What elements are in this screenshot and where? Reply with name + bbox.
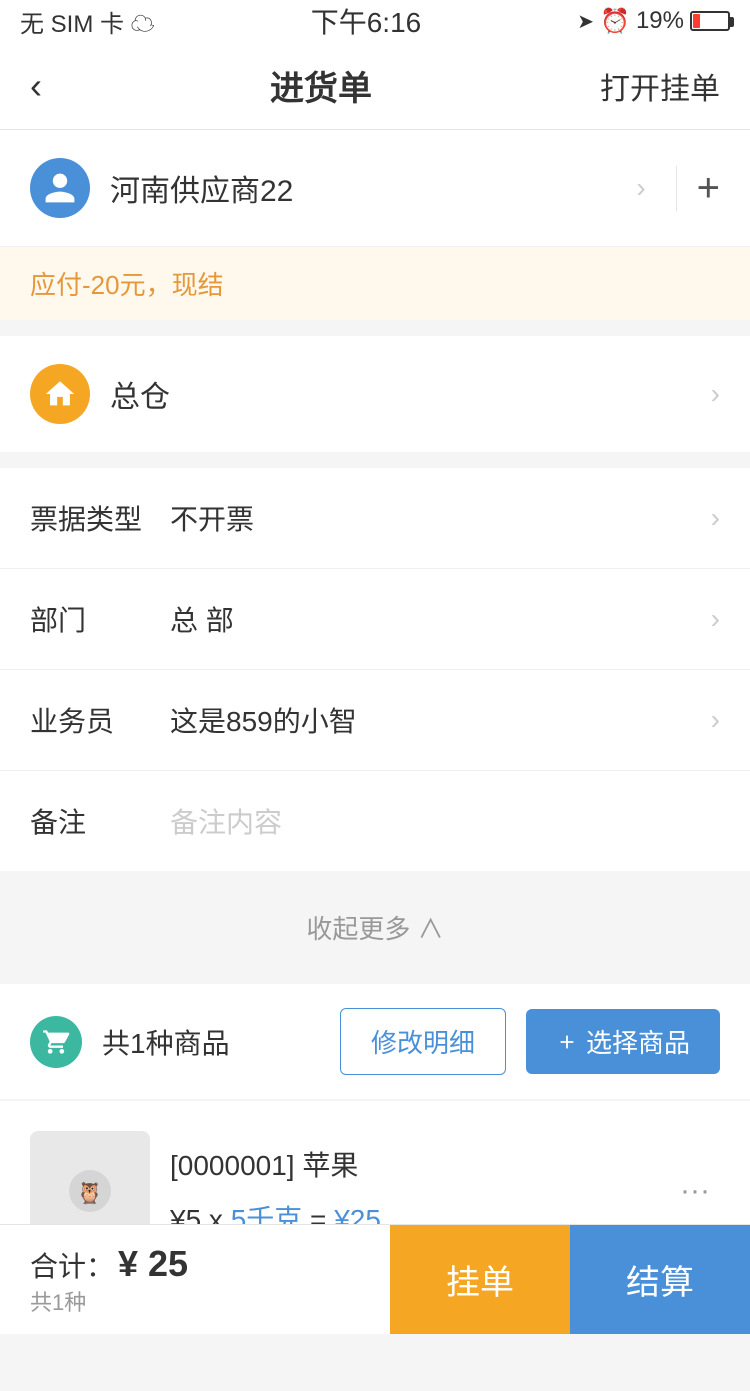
add-supplier-button[interactable]: + <box>676 166 720 211</box>
cart-icon <box>42 1028 70 1056</box>
bottom-bar: 合计： ¥ 25 共1种 挂单 结算 <box>0 1224 750 1334</box>
invoice-row[interactable]: 票据类型 不开票 › <box>0 468 750 569</box>
remark-input[interactable]: 备注内容 <box>150 801 720 841</box>
back-button[interactable]: ‹ <box>30 65 42 107</box>
home-icon <box>43 377 77 411</box>
status-bar: 无 SIM 卡 ☁ 下午6:16 ⏰ 19% <box>0 0 750 42</box>
page-title: 进货单 <box>270 61 372 110</box>
total-amount: ¥ 25 <box>118 1243 188 1285</box>
warehouse-chevron-icon: › <box>711 378 720 410</box>
select-product-label: 选择商品 <box>586 1023 690 1060</box>
battery-icon <box>690 11 730 31</box>
battery-percent: 19% <box>636 7 684 35</box>
nav-bar: ‹ 进货单 打开挂单 <box>0 42 750 130</box>
product-name: [0000001] 苹果 <box>170 1144 650 1184</box>
supplier-name: 河南供应商22 <box>110 166 636 210</box>
sim-status: 无 SIM 卡 ☁ <box>20 4 155 39</box>
checkout-button[interactable]: 结算 <box>570 1225 750 1334</box>
collapse-button[interactable]: 收起更多 ∧ <box>0 887 750 968</box>
dept-chevron-icon: › <box>711 603 720 635</box>
products-header: 共1种商品 修改明细 选择商品 <box>0 984 750 1099</box>
product-thumb-icon: 🦉 <box>60 1161 120 1221</box>
warehouse-icon <box>30 364 90 424</box>
select-product-button[interactable]: 选择商品 <box>526 1009 720 1074</box>
product-count-icon <box>30 1016 82 1068</box>
dept-value: 总 部 <box>150 599 711 639</box>
select-product-icon <box>556 1031 578 1053</box>
warehouse-row[interactable]: 总仓 › <box>0 336 750 452</box>
invoice-chevron-icon: › <box>711 502 720 534</box>
warehouse-section[interactable]: 总仓 › <box>0 336 750 452</box>
warehouse-name: 总仓 <box>110 372 711 416</box>
svg-text:🦉: 🦉 <box>77 1181 103 1205</box>
status-bar-left: 无 SIM 卡 ☁ <box>20 4 155 39</box>
invoice-label: 票据类型 <box>30 498 150 538</box>
dept-row[interactable]: 部门 总 部 › <box>0 569 750 670</box>
status-bar-right: ⏰ 19% <box>577 7 730 36</box>
sales-value: 这是859的小智 <box>150 700 711 740</box>
notice-banner: 应付-20元，现结 <box>0 247 750 320</box>
product-count-text: 共1种商品 <box>102 1022 320 1062</box>
alarm-icon: ⏰ <box>600 7 630 36</box>
supplier-chevron-icon: › <box>636 172 645 204</box>
edit-detail-button[interactable]: 修改明细 <box>340 1008 506 1075</box>
total-count: 共1种 <box>30 1285 360 1317</box>
supplier-avatar <box>30 158 90 218</box>
supplier-section: 河南供应商22 › + 应付-20元，现结 <box>0 130 750 320</box>
product-more-button[interactable]: ··· <box>670 1164 720 1218</box>
sales-chevron-icon: › <box>711 704 720 736</box>
sales-label: 业务员 <box>30 700 150 740</box>
separator <box>0 968 750 984</box>
location-icon <box>577 7 594 35</box>
remark-row[interactable]: 备注 备注内容 <box>0 771 750 871</box>
hang-button[interactable]: 挂单 <box>390 1225 570 1334</box>
total-section: 合计： ¥ 25 共1种 <box>0 1225 390 1334</box>
invoice-value: 不开票 <box>150 498 711 538</box>
status-bar-time: 下午6:16 <box>311 1 422 41</box>
notice-text: 应付-20元，现结 <box>30 270 224 300</box>
open-hang-button[interactable]: 打开挂单 <box>600 64 720 108</box>
total-label: 合计： <box>30 1245 114 1285</box>
supplier-row[interactable]: 河南供应商22 › + <box>0 130 750 247</box>
sales-row[interactable]: 业务员 这是859的小智 › <box>0 670 750 771</box>
form-section: 票据类型 不开票 › 部门 总 部 › 业务员 这是859的小智 › 备注 备注… <box>0 468 750 871</box>
collapse-label: 收起更多 ∧ <box>306 914 443 944</box>
user-icon <box>42 170 78 206</box>
remark-label: 备注 <box>30 801 150 841</box>
dept-label: 部门 <box>30 599 150 639</box>
